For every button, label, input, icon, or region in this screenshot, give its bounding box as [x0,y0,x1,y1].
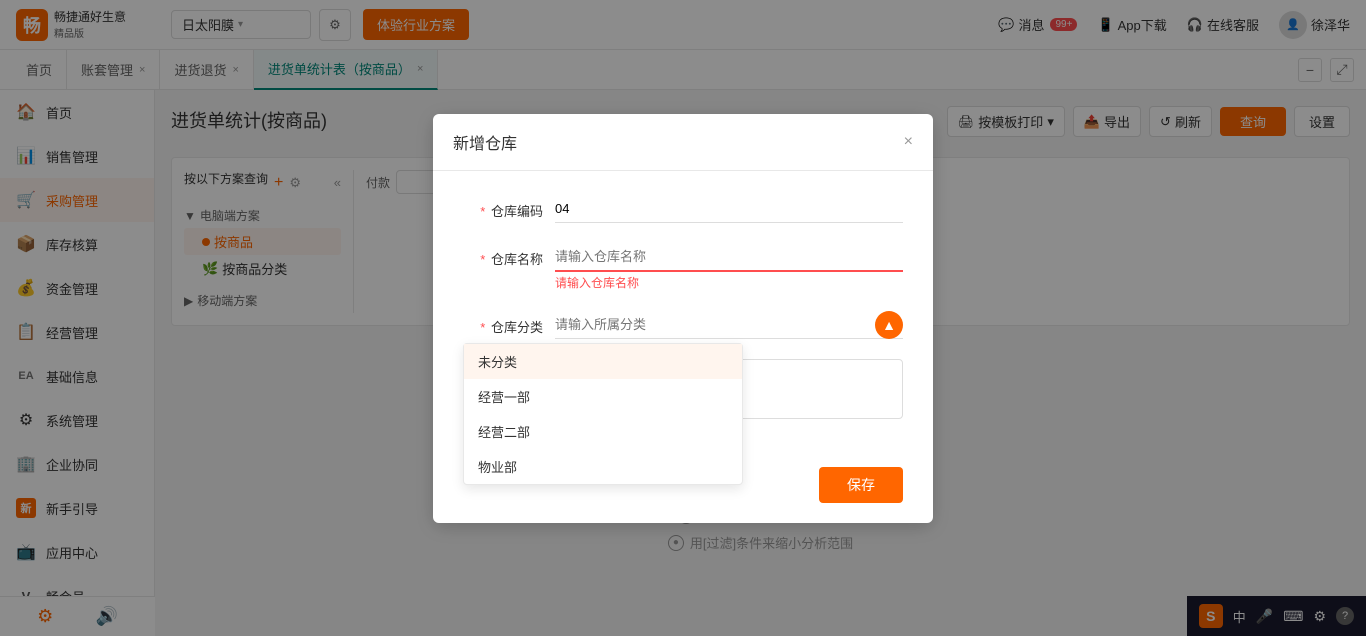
name-label: * 仓库名称 [463,243,543,268]
category-dropdown: 未分类 经营一部 经营二部 物业部 [463,343,743,485]
modal-close-button[interactable]: × [904,133,913,151]
modal-body: * 仓库编码 * 仓库名称 请输入仓库名称 * [433,171,933,455]
dropdown-item-ops2[interactable]: 经营二部 [464,414,742,449]
dropdown-item-ops1[interactable]: 经营一部 [464,379,742,414]
warehouse-code-input[interactable] [555,195,903,223]
warehouse-name-input[interactable] [555,243,903,272]
category-toggle-button[interactable]: ▲ [875,311,903,339]
modal-title: 新增仓库 [453,130,517,154]
category-input[interactable] [555,311,903,339]
required-marker-name: * [480,252,485,267]
modal-header: 新增仓库 × [433,114,933,171]
required-marker-category: * [480,320,485,335]
code-label: * 仓库编码 [463,195,543,220]
category-field-wrapper: ▲ 未分类 经营一部 经营二部 物业部 [555,311,903,339]
name-input-wrapper: 请输入仓库名称 [555,243,903,291]
save-button[interactable]: 保存 [819,467,903,503]
category-label: * 仓库分类 [463,311,543,336]
add-warehouse-modal: 新增仓库 × * 仓库编码 * 仓库名称 请输入仓库名称 [433,114,933,523]
form-row-code: * 仓库编码 [463,195,903,223]
dropdown-item-property[interactable]: 物业部 [464,449,742,484]
dropdown-item-unclassified[interactable]: 未分类 [464,344,742,379]
modal-overlay: 新增仓库 × * 仓库编码 * 仓库名称 请输入仓库名称 [0,0,1366,636]
form-row-name: * 仓库名称 请输入仓库名称 [463,243,903,291]
name-error-message: 请输入仓库名称 [555,274,903,291]
required-marker-code: * [480,204,485,219]
form-row-category: * 仓库分类 ▲ 未分类 经营一部 经营二部 物业部 [463,311,903,339]
